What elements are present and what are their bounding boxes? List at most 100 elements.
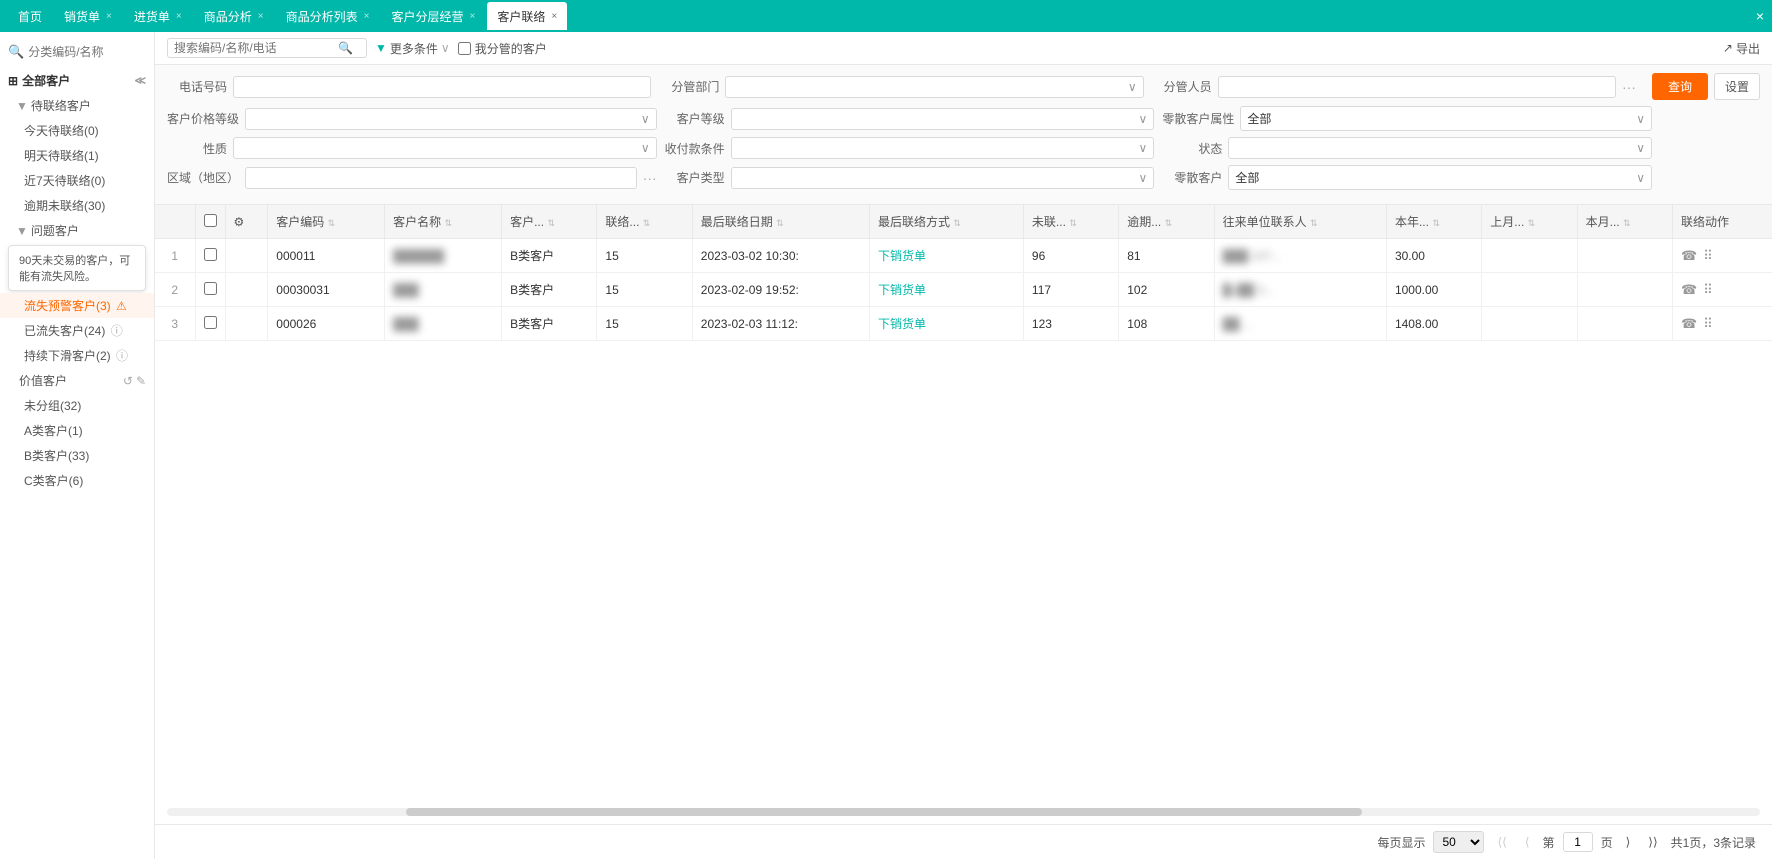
tab-customer-contact[interactable]: 客户联络 ×	[487, 2, 567, 30]
close-tab-sales[interactable]: ×	[106, 11, 112, 22]
th-code[interactable]: 客户编码 ⇅	[268, 205, 385, 239]
section-problem-customers[interactable]: ▼ 问题客户	[0, 218, 154, 243]
row-check-3[interactable]	[195, 307, 225, 341]
dept-select[interactable]: ∨	[725, 76, 1143, 98]
next-page-button[interactable]: ⟩	[1621, 833, 1636, 851]
th-not-contact[interactable]: 未联... ⇅	[1023, 205, 1118, 239]
sidebar-item-declining[interactable]: 持续下滑客户(2) ⓘ	[0, 343, 154, 368]
th-contact[interactable]: 联络... ⇅	[597, 205, 692, 239]
sidebar-item-churned[interactable]: 已流失客户(24) ⓘ	[0, 318, 154, 343]
tab-customer-tier[interactable]: 客户分层经营 ×	[381, 2, 485, 30]
close-tab-product-list[interactable]: ×	[364, 11, 370, 22]
search-button[interactable]: 🔍	[338, 41, 353, 55]
row-overdue-3: 108	[1119, 307, 1214, 341]
section-pending-contact[interactable]: ▼ 待联络客户	[0, 93, 154, 118]
th-action: 联络动作	[1672, 205, 1772, 239]
sidebar-item-a-class[interactable]: A类客户(1)	[0, 418, 154, 443]
last-page-button[interactable]: ⟩⟩	[1643, 833, 1662, 851]
phone-input[interactable]	[233, 76, 651, 98]
nature-select[interactable]: ∨	[233, 137, 657, 159]
sidebar-item-c-class[interactable]: C类客户(6)	[0, 468, 154, 493]
more-icon-2[interactable]: ⠿	[1703, 282, 1713, 298]
edit-icon[interactable]: ✎	[136, 374, 146, 388]
tab-purchase[interactable]: 进货单 ×	[124, 2, 192, 30]
my-customers-checkbox[interactable]: 我分管的客户	[458, 40, 547, 57]
th-last-method[interactable]: 最后联络方式 ⇅	[870, 205, 1024, 239]
select-all-checkbox[interactable]	[204, 214, 217, 227]
th-last-month[interactable]: 上月... ⇅	[1482, 205, 1577, 239]
th-unit-contact[interactable]: 往来单位联系人 ⇅	[1214, 205, 1386, 239]
row-checkbox-2[interactable]	[204, 282, 217, 295]
query-button[interactable]: 查询	[1652, 73, 1708, 100]
more-icon-1[interactable]: ⠿	[1703, 248, 1713, 264]
th-this-year[interactable]: 本年... ⇅	[1386, 205, 1481, 239]
sidebar-item-today[interactable]: 今天待联络(0)	[0, 118, 154, 143]
settings-button[interactable]: 设置	[1714, 73, 1760, 100]
filter-status: 状态 ∨	[1162, 137, 1652, 159]
row-check-2[interactable]	[195, 273, 225, 307]
table-row: 2 00030031 ███ B类客户 15 2023-02-09 19:52:…	[155, 273, 1772, 307]
close-tab-customer-tier[interactable]: ×	[469, 11, 475, 22]
th-check[interactable]	[195, 205, 225, 239]
scroll-thumb[interactable]	[406, 808, 1362, 816]
manager-input[interactable]	[1218, 76, 1616, 98]
contact-icon-1[interactable]: ☎	[1681, 248, 1697, 264]
region-dots[interactable]: ···	[643, 170, 657, 186]
more-conditions-button[interactable]: ▼ 更多条件 ∨	[375, 40, 450, 57]
my-customers-check[interactable]	[458, 42, 471, 55]
contact-icon-3[interactable]: ☎	[1681, 316, 1697, 332]
th-settings[interactable]: ⚙	[225, 205, 268, 239]
retail-attr-select[interactable]: 全部 ∨	[1240, 106, 1652, 131]
sidebar-item-b-class[interactable]: B类客户(33)	[0, 443, 154, 468]
sidebar-item-ungroup[interactable]: 未分组(32)	[0, 393, 154, 418]
tab-product-analysis[interactable]: 商品分析 ×	[194, 2, 274, 30]
home-tab[interactable]: 首页	[8, 8, 52, 25]
search-input[interactable]	[174, 41, 334, 55]
status-select[interactable]: ∨	[1228, 137, 1652, 159]
sidebar-item-tomorrow[interactable]: 明天待联络(1)	[0, 143, 154, 168]
row-method-1[interactable]: 下销货单	[870, 239, 1024, 273]
tab-product-list[interactable]: 商品分析列表 ×	[276, 2, 380, 30]
contact-icon-2[interactable]: ☎	[1681, 282, 1697, 298]
customer-type-select[interactable]: ∨	[731, 167, 1155, 189]
page-number-input[interactable]	[1563, 832, 1593, 852]
row-checkbox-3[interactable]	[204, 316, 217, 329]
prev-page-button[interactable]: ⟨	[1520, 833, 1535, 851]
region-input[interactable]	[245, 167, 637, 189]
row-check-1[interactable]	[195, 239, 225, 273]
sidebar-item-overdue[interactable]: 逾期未联络(30)	[0, 193, 154, 218]
more-icon-3[interactable]: ⠿	[1703, 316, 1713, 332]
payment-select[interactable]: ∨	[731, 137, 1155, 159]
refresh-icon[interactable]: ↺	[123, 374, 133, 388]
price-level-select[interactable]: ∨	[245, 108, 657, 130]
per-page-select[interactable]: 50 100 200	[1433, 831, 1484, 853]
sort-icon-overdue: ⇅	[1165, 218, 1173, 228]
per-page-label: 每页显示	[1377, 834, 1425, 851]
customer-level-select[interactable]: ∨	[731, 108, 1155, 130]
scroll-track[interactable]	[167, 808, 1760, 816]
sidebar-search-input[interactable]	[28, 45, 155, 59]
th-last-date[interactable]: 最后联络日期 ⇅	[692, 205, 869, 239]
row-method-2[interactable]: 下销货单	[870, 273, 1024, 307]
th-type[interactable]: 客户... ⇅	[502, 205, 597, 239]
close-tab-product-analysis[interactable]: ×	[258, 11, 264, 22]
tab-sales[interactable]: 销货单 ×	[54, 2, 122, 30]
collapse-icon[interactable]: ≪	[134, 74, 146, 87]
close-tab-purchase[interactable]: ×	[176, 11, 182, 22]
all-customers-header[interactable]: ⊞ 全部客户 ≪	[0, 68, 154, 93]
export-button[interactable]: ↗ 导出	[1723, 40, 1760, 57]
th-overdue[interactable]: 逾期... ⇅	[1119, 205, 1214, 239]
close-tab-customer-contact[interactable]: ×	[551, 11, 557, 22]
row-checkbox-1[interactable]	[204, 248, 217, 261]
first-page-button[interactable]: ⟨⟨	[1492, 833, 1511, 851]
retail-customer-select[interactable]: 全部 ∨	[1228, 165, 1652, 190]
row-method-3[interactable]: 下销货单	[870, 307, 1024, 341]
th-name[interactable]: 客户名称 ⇅	[385, 205, 502, 239]
sidebar-item-churn-warning[interactable]: 流失预警客户(3) ⚠	[0, 293, 154, 318]
horizontal-scrollbar[interactable]	[155, 800, 1772, 824]
filter-bar-right: ↗ 导出	[1723, 40, 1760, 57]
manager-dots[interactable]: ···	[1622, 79, 1636, 95]
close-all-button[interactable]: ×	[1756, 8, 1764, 24]
sidebar-item-7days[interactable]: 近7天待联络(0)	[0, 168, 154, 193]
th-this-month[interactable]: 本月... ⇅	[1577, 205, 1672, 239]
